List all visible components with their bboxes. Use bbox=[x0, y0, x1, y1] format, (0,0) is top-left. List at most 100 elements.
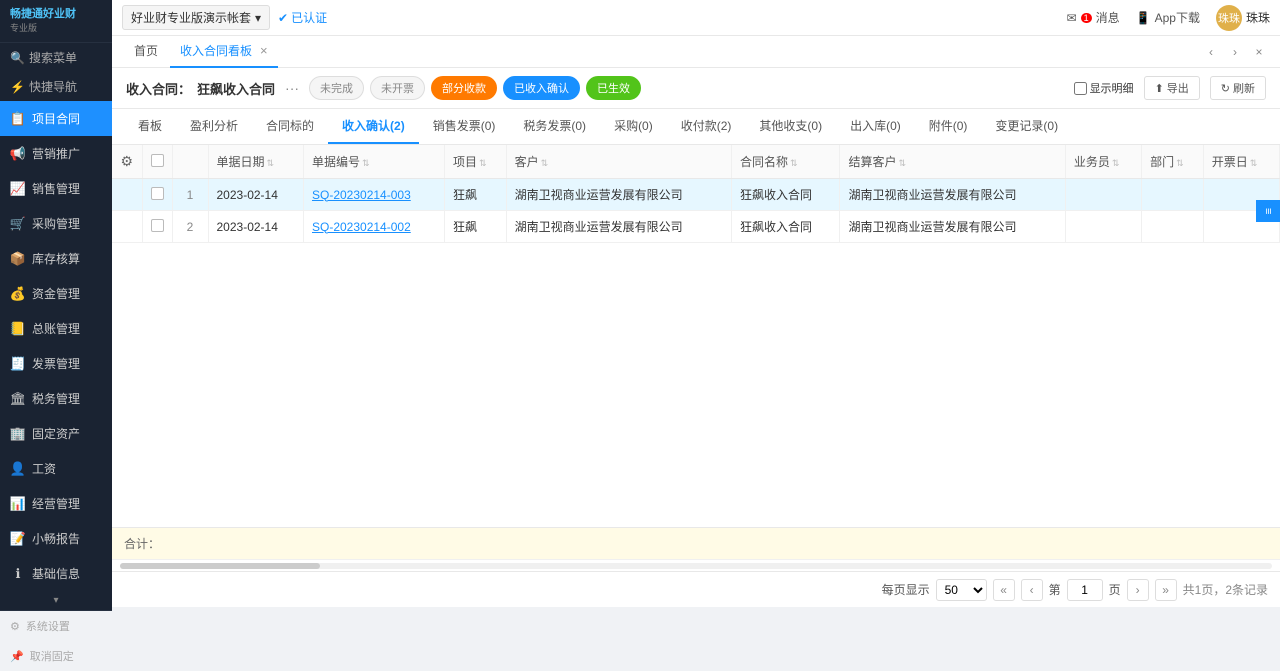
sort-open-icon: ⇅ bbox=[1250, 158, 1258, 168]
sidebar-item-tax[interactable]: 🏛税务管理 bbox=[0, 381, 112, 416]
sub-tabs: 看板盈利分析合同标的收入确认(2)销售发票(0)税务发票(0)采购(0)收付款(… bbox=[112, 109, 1280, 145]
sidebar-item-settings[interactable]: ⚙ 系统设置 bbox=[0, 611, 112, 641]
per-page-select[interactable]: 50 20 100 bbox=[936, 579, 987, 601]
cell-code[interactable]: SQ-20230214-002 bbox=[304, 211, 445, 243]
sub-tab-税务发票[interactable]: 税务发票(0) bbox=[509, 109, 600, 144]
status-btn-部分收款[interactable]: 部分收款 bbox=[431, 76, 497, 100]
cell-check[interactable] bbox=[142, 211, 172, 243]
sub-tab-收入确认[interactable]: 收入确认(2) bbox=[328, 109, 419, 144]
col-header-department[interactable]: 部门⇅ bbox=[1142, 145, 1204, 179]
right-action-btn[interactable]: ≡ bbox=[1256, 200, 1280, 222]
sidebar-item-purchase[interactable]: 🛒采购管理 bbox=[0, 206, 112, 241]
sidebar-item-marketing[interactable]: 📢营销推广 bbox=[0, 136, 112, 171]
col-header-check[interactable] bbox=[142, 145, 172, 179]
table-row[interactable]: 2 2023-02-14 SQ-20230214-002 狂飙 湖南卫视商业运营… bbox=[112, 211, 1280, 243]
general-icon: 📒 bbox=[10, 321, 26, 337]
cell-customer: 湖南卫视商业运营发展有限公司 bbox=[506, 179, 731, 211]
sidebar-item-ops[interactable]: 📊 经营管理 bbox=[0, 486, 112, 521]
company-selector[interactable]: 好业财专业版演示帐套 ▾ bbox=[122, 5, 270, 30]
sidebar-item-general[interactable]: 📒总账管理 bbox=[0, 311, 112, 346]
table-wrapper[interactable]: ⚙ 单据日期⇅ 单据编号⇅ 项目⇅ 客户⇅ 合同名称⇅ 结算客户⇅ 业务员⇅ 部… bbox=[112, 145, 1280, 527]
col-header-code[interactable]: 单据编号⇅ bbox=[304, 145, 445, 179]
col-header-salesman[interactable]: 业务员⇅ bbox=[1065, 145, 1141, 179]
prev-tab-btn[interactable]: ‹ bbox=[1202, 43, 1220, 61]
status-btns: 未完成未开票部分收款已收入确认已生效 bbox=[309, 76, 641, 100]
sidebar-item-invoice[interactable]: 🧾发票管理 bbox=[0, 346, 112, 381]
col-header-settings[interactable]: ⚙ bbox=[112, 145, 142, 179]
display-detail-check[interactable]: 显示明细 bbox=[1074, 80, 1134, 96]
sidebar-item-pin[interactable]: 📌 取消固定 bbox=[0, 641, 112, 671]
sidebar: 畅捷通好业财 专业版 🔍 搜索菜单 ⚡ 快捷导航 📋项目合同📢营销推广📈销售管理… bbox=[0, 0, 112, 607]
tab-home[interactable]: 首页 bbox=[124, 36, 168, 68]
sidebar-item-sales[interactable]: 📈销售管理 bbox=[0, 171, 112, 206]
scrollbar-thumb[interactable] bbox=[120, 563, 320, 569]
sidebar-item-fund[interactable]: 💰资金管理 bbox=[0, 276, 112, 311]
sub-tab-盈利分析[interactable]: 盈利分析 bbox=[176, 109, 252, 144]
col-header-result-customer[interactable]: 结算客户⇅ bbox=[840, 145, 1065, 179]
code-link[interactable]: SQ-20230214-002 bbox=[312, 220, 411, 234]
sidebar-item-inventory[interactable]: 📦库存核算 bbox=[0, 241, 112, 276]
table-row[interactable]: 1 2023-02-14 SQ-20230214-003 狂飙 湖南卫视商业运营… bbox=[112, 179, 1280, 211]
cell-check[interactable] bbox=[142, 179, 172, 211]
export-btn[interactable]: ⬆ 导出 bbox=[1144, 76, 1200, 100]
sidebar-quick-nav[interactable]: ⚡ 快捷导航 bbox=[0, 72, 112, 101]
tab-close-icon[interactable]: × bbox=[260, 43, 268, 58]
page-title: 收入合同： bbox=[126, 79, 191, 98]
more-btn[interactable]: ··· bbox=[281, 80, 303, 96]
sidebar-item-report[interactable]: 📝小畅报告 bbox=[0, 521, 112, 556]
display-detail-checkbox[interactable] bbox=[1074, 82, 1087, 95]
sub-tab-销售发票[interactable]: 销售发票(0) bbox=[419, 109, 510, 144]
sub-tab-收付款[interactable]: 收付款(2) bbox=[667, 109, 746, 144]
scrollbar-area[interactable] bbox=[112, 559, 1280, 571]
marketing-icon: 📢 bbox=[10, 146, 26, 162]
col-header-open-date[interactable]: 开票日⇅ bbox=[1203, 145, 1279, 179]
row-checkbox[interactable] bbox=[151, 219, 164, 232]
sub-tab-看板[interactable]: 看板 bbox=[124, 109, 176, 144]
sidebar-scroll-down[interactable]: ▾ bbox=[0, 591, 112, 610]
first-page-btn[interactable]: « bbox=[993, 579, 1015, 601]
sidebar-pin-label: 取消固定 bbox=[30, 648, 74, 664]
status-btn-未完成[interactable]: 未完成 bbox=[309, 76, 364, 100]
sub-tab-出入库[interactable]: 出入库(0) bbox=[836, 109, 915, 144]
status-btn-已收入确认[interactable]: 已收入确认 bbox=[503, 76, 580, 100]
col-header-date[interactable]: 单据日期⇅ bbox=[208, 145, 304, 179]
sub-tab-合同标的[interactable]: 合同标的 bbox=[252, 109, 328, 144]
user-area[interactable]: 珠珠 珠珠 bbox=[1216, 5, 1270, 31]
col-header-project[interactable]: 项目⇅ bbox=[445, 145, 507, 179]
status-btn-未开票[interactable]: 未开票 bbox=[370, 76, 425, 100]
next-page-btn[interactable]: › bbox=[1127, 579, 1149, 601]
base-icon: ℹ bbox=[10, 566, 26, 582]
sub-tab-采购[interactable]: 采购(0) bbox=[600, 109, 667, 144]
ops-icon: 📊 bbox=[10, 496, 26, 512]
next-tab-btn[interactable]: › bbox=[1226, 43, 1244, 61]
page-number-input[interactable] bbox=[1067, 579, 1103, 601]
last-page-btn[interactable]: » bbox=[1155, 579, 1177, 601]
close-tab-btn[interactable]: × bbox=[1250, 43, 1268, 61]
refresh-btn[interactable]: ↻ 刷新 bbox=[1210, 76, 1266, 100]
sidebar-item-label: 经营管理 bbox=[32, 495, 80, 512]
select-all-checkbox[interactable] bbox=[151, 154, 164, 167]
sub-tab-变更记录[interactable]: 变更记录(0) bbox=[981, 109, 1072, 144]
col-header-contract[interactable]: 合同名称⇅ bbox=[732, 145, 840, 179]
app-download-btn[interactable]: 📱 App下载 bbox=[1136, 9, 1200, 26]
prev-page-btn[interactable]: ‹ bbox=[1021, 579, 1043, 601]
sidebar-item-hr[interactable]: 👤工资 bbox=[0, 451, 112, 486]
sidebar-quick-nav-label: 快捷导航 bbox=[29, 78, 77, 95]
status-btn-已生效[interactable]: 已生效 bbox=[586, 76, 641, 100]
code-link[interactable]: SQ-20230214-003 bbox=[312, 188, 411, 202]
sidebar-item-label: 工资 bbox=[32, 460, 56, 477]
message-btn[interactable]: ✉ 1 消息 bbox=[1067, 9, 1120, 26]
table-settings-icon[interactable]: ⚙ bbox=[120, 153, 133, 169]
cell-code[interactable]: SQ-20230214-003 bbox=[304, 179, 445, 211]
col-header-customer[interactable]: 客户⇅ bbox=[506, 145, 731, 179]
total-info: 共1页，2条记录 bbox=[1183, 581, 1268, 598]
sidebar-search[interactable]: 🔍 搜索菜单 bbox=[0, 43, 112, 72]
sub-tab-其他收支[interactable]: 其他收支(0) bbox=[745, 109, 836, 144]
page-label: 页 bbox=[1109, 581, 1121, 598]
row-checkbox[interactable] bbox=[151, 187, 164, 200]
tab-active[interactable]: 收入合同看板 × bbox=[170, 36, 278, 68]
sidebar-item-base[interactable]: ℹ基础信息 bbox=[0, 556, 112, 591]
sub-tab-附件[interactable]: 附件(0) bbox=[915, 109, 982, 144]
sidebar-item-assets[interactable]: 🏢固定资产 bbox=[0, 416, 112, 451]
sidebar-item-project[interactable]: 📋项目合同 bbox=[0, 101, 112, 136]
